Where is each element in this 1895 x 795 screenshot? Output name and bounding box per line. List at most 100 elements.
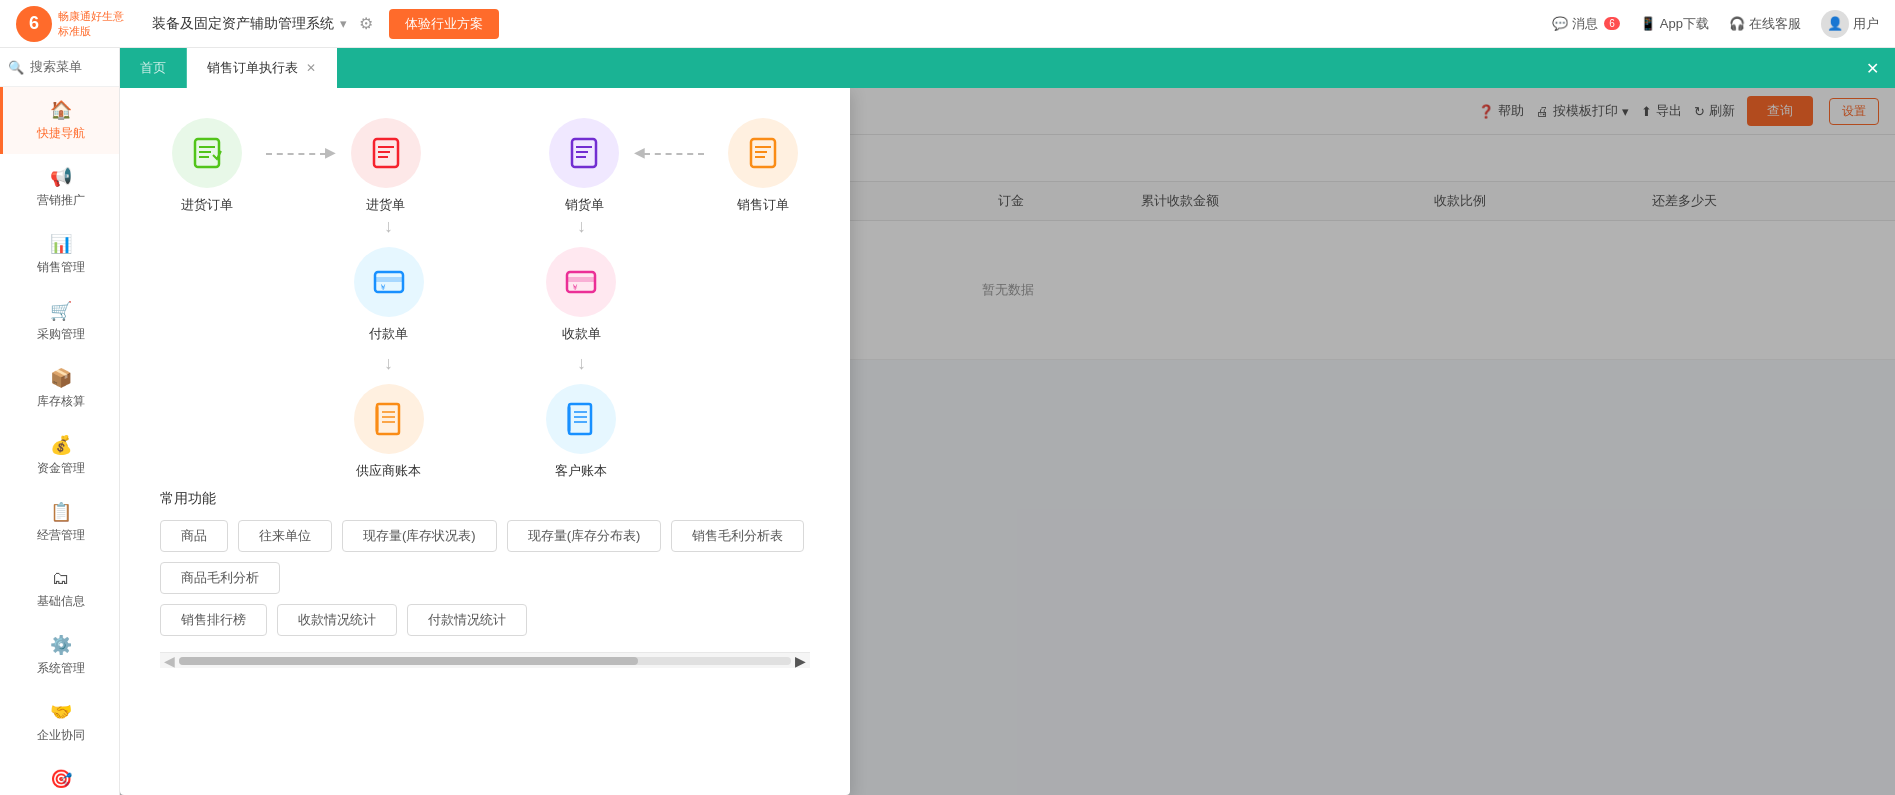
func-btn-stock-status[interactable]: 现存量(库存状况表) <box>342 520 497 552</box>
sidebar-item-operations[interactable]: 📋 经营管理 <box>0 489 119 556</box>
sales-bill-icon <box>549 118 619 188</box>
payment-label: 付款单 <box>369 325 408 343</box>
app-download-button[interactable]: 📱 App下载 <box>1640 15 1709 33</box>
finance-icon: 💰 <box>50 434 72 456</box>
flow-node-customer-ledger[interactable]: 客户账本 <box>546 384 616 480</box>
purchase-order-label: 进货订单 <box>181 196 233 214</box>
scroll-bar[interactable]: ◀ ▶ <box>160 652 810 668</box>
receipt-icon: ￥ <box>546 247 616 317</box>
flow-node-sales-bill[interactable]: 销货单 <box>549 118 619 214</box>
tab-close-icon[interactable]: ✕ <box>306 61 316 75</box>
svg-rect-28 <box>567 406 571 432</box>
top-bar-left: 6 畅康通好生意 标准版 装备及固定资产辅助管理系统 ▾ ⚙ 体验行业方案 <box>16 6 499 42</box>
sidebar-search[interactable]: 🔍 搜索菜单 <box>0 48 119 87</box>
user-avatar-button[interactable]: 👤 用户 <box>1821 10 1879 38</box>
sidebar-item-enterprise[interactable]: 🤝 企业协同 <box>0 689 119 756</box>
tab-sales-order[interactable]: 销售订单执行表 ✕ <box>187 48 337 88</box>
scroll-track[interactable] <box>179 657 791 665</box>
purchase-bill-label: 进货单 <box>366 196 405 214</box>
down-arrow-payment: ↓ <box>354 353 424 374</box>
flow-node-payment[interactable]: ￥ 付款单 <box>354 247 424 343</box>
customer-ledger-icon <box>546 384 616 454</box>
logo-area: 6 畅康通好生意 标准版 <box>16 6 136 42</box>
spacer-d2-3 <box>445 353 525 374</box>
marketing-icon: 📢 <box>50 166 72 188</box>
func-btn-payment-stats[interactable]: 付款情况统计 <box>407 604 527 636</box>
sidebar: 🔍 搜索菜单 🏠 快捷导航 📢 营销推广 📊 销售管理 🛒 采购管理 📦 库存核… <box>0 48 120 795</box>
func-btn-product-profit[interactable]: 商品毛利分析 <box>160 562 280 594</box>
sidebar-item-marketing[interactable]: 📢 营销推广 <box>0 154 119 221</box>
sidebar-item-purchase[interactable]: 🛒 采购管理 <box>0 288 119 355</box>
arrow-2: ◀ <box>644 153 704 179</box>
spacer-d2-2 <box>262 353 332 374</box>
receipt-label: 收款单 <box>562 325 601 343</box>
flow-node-receipt[interactable]: ￥ 收款单 <box>546 247 616 343</box>
experience-button[interactable]: 体验行业方案 <box>389 9 499 39</box>
sidebar-item-basic[interactable]: 🗂 基础信息 <box>0 556 119 622</box>
sidebar-item-quick-nav[interactable]: 🏠 快捷导航 <box>0 87 119 154</box>
scroll-thumb[interactable] <box>179 657 638 665</box>
svg-rect-27 <box>569 404 591 434</box>
sales-order-icon <box>728 118 798 188</box>
flow-node-supplier-ledger[interactable]: 供应商账本 <box>354 384 424 480</box>
sales-icon: 📊 <box>50 233 72 255</box>
spacer-arrow-2 <box>262 216 332 237</box>
sidebar-item-inventory[interactable]: 📦 库存核算 <box>0 355 119 422</box>
inventory-icon: 📦 <box>50 367 72 389</box>
func-btn-product[interactable]: 商品 <box>160 520 228 552</box>
arrow-1: ▶ <box>266 153 326 179</box>
main-layout: 🔍 搜索菜单 🏠 快捷导航 📢 营销推广 📊 销售管理 🛒 采购管理 📦 库存核… <box>0 48 1895 795</box>
customer-ledger-label: 客户账本 <box>555 462 607 480</box>
message-icon: 💬 <box>1552 16 1568 31</box>
sidebar-item-sales[interactable]: 📊 销售管理 <box>0 221 119 288</box>
flow-node-purchase-order[interactable]: 进货订单 <box>172 118 242 214</box>
function-buttons-row2: 销售排行榜 收款情况统计 付款情况统计 <box>160 604 810 636</box>
enterprise-icon: 🤝 <box>50 701 72 723</box>
down-arrow-receipt: ↓ <box>546 353 616 374</box>
spacer-arrow-4 <box>638 216 708 237</box>
operations-icon: 📋 <box>50 501 72 523</box>
system-icon: ⚙️ <box>50 634 72 656</box>
flow-node-purchase-bill[interactable]: 进货单 <box>351 118 421 214</box>
basic-icon: 🗂 <box>52 568 70 589</box>
function-buttons-row1: 商品 往来单位 现存量(库存状况表) 现存量(库存分布表) 销售毛利分析表 商品… <box>160 520 810 594</box>
svg-rect-23 <box>375 406 379 432</box>
func-btn-sales-rank[interactable]: 销售排行榜 <box>160 604 267 636</box>
func-btn-stock-dist[interactable]: 现存量(库存分布表) <box>507 520 662 552</box>
func-btn-partner[interactable]: 往来单位 <box>238 520 332 552</box>
func-btn-receipt-stats[interactable]: 收款情况统计 <box>277 604 397 636</box>
sidebar-item-finance[interactable]: 💰 资金管理 <box>0 422 119 489</box>
spacer-d2-5 <box>729 353 799 374</box>
avatar: 👤 <box>1821 10 1849 38</box>
flow-node-sales-order[interactable]: 销售订单 <box>728 118 798 214</box>
home-icon: 🏠 <box>50 99 72 121</box>
common-functions-section: 常用功能 商品 往来单位 现存量(库存状况表) 现存量(库存分布表) 销售毛利分… <box>160 490 810 636</box>
purchase-icon: 🛒 <box>50 300 72 322</box>
purchase-order-icon <box>172 118 242 188</box>
scroll-right-arrow[interactable]: ▶ <box>795 653 806 669</box>
supplier-ledger-label: 供应商账本 <box>356 462 421 480</box>
sidebar-item-newbie[interactable]: 🎯 新手引导 <box>0 756 119 795</box>
online-service-button[interactable]: 🎧 在线客服 <box>1729 15 1801 33</box>
spacer-arrow-5 <box>729 216 799 237</box>
func-btn-sales-profit[interactable]: 销售毛利分析表 <box>671 520 804 552</box>
message-badge: 6 <box>1604 17 1620 30</box>
logo-text: 畅康通好生意 标准版 <box>58 9 124 38</box>
tab-home[interactable]: 首页 <box>120 48 187 88</box>
sales-order-label: 销售订单 <box>737 196 789 214</box>
app-icon: 📱 <box>1640 16 1656 31</box>
purchase-bill-icon <box>351 118 421 188</box>
svg-rect-17 <box>375 277 403 282</box>
spacer-d2-4 <box>638 353 708 374</box>
content-area: 首页 销售订单执行表 ✕ ✕ ❓ 帮助 🖨 按模板打印 <box>120 48 1895 795</box>
gear-icon[interactable]: ⚙ <box>359 14 373 33</box>
dropdown-arrow-icon[interactable]: ▾ <box>340 16 347 31</box>
scroll-left-arrow[interactable]: ◀ <box>164 653 175 669</box>
sidebar-item-system[interactable]: ⚙️ 系统管理 <box>0 622 119 689</box>
logo-icon: 6 <box>16 6 52 42</box>
payment-icon: ￥ <box>354 247 424 317</box>
tab-bar-close-icon[interactable]: ✕ <box>1866 59 1879 78</box>
message-button[interactable]: 💬 消息 6 <box>1552 15 1620 33</box>
down-arrow-purchase-bill: ↓ <box>354 216 424 237</box>
modal-overlay: 进货订单 ▶ 进货单 <box>120 88 1895 795</box>
